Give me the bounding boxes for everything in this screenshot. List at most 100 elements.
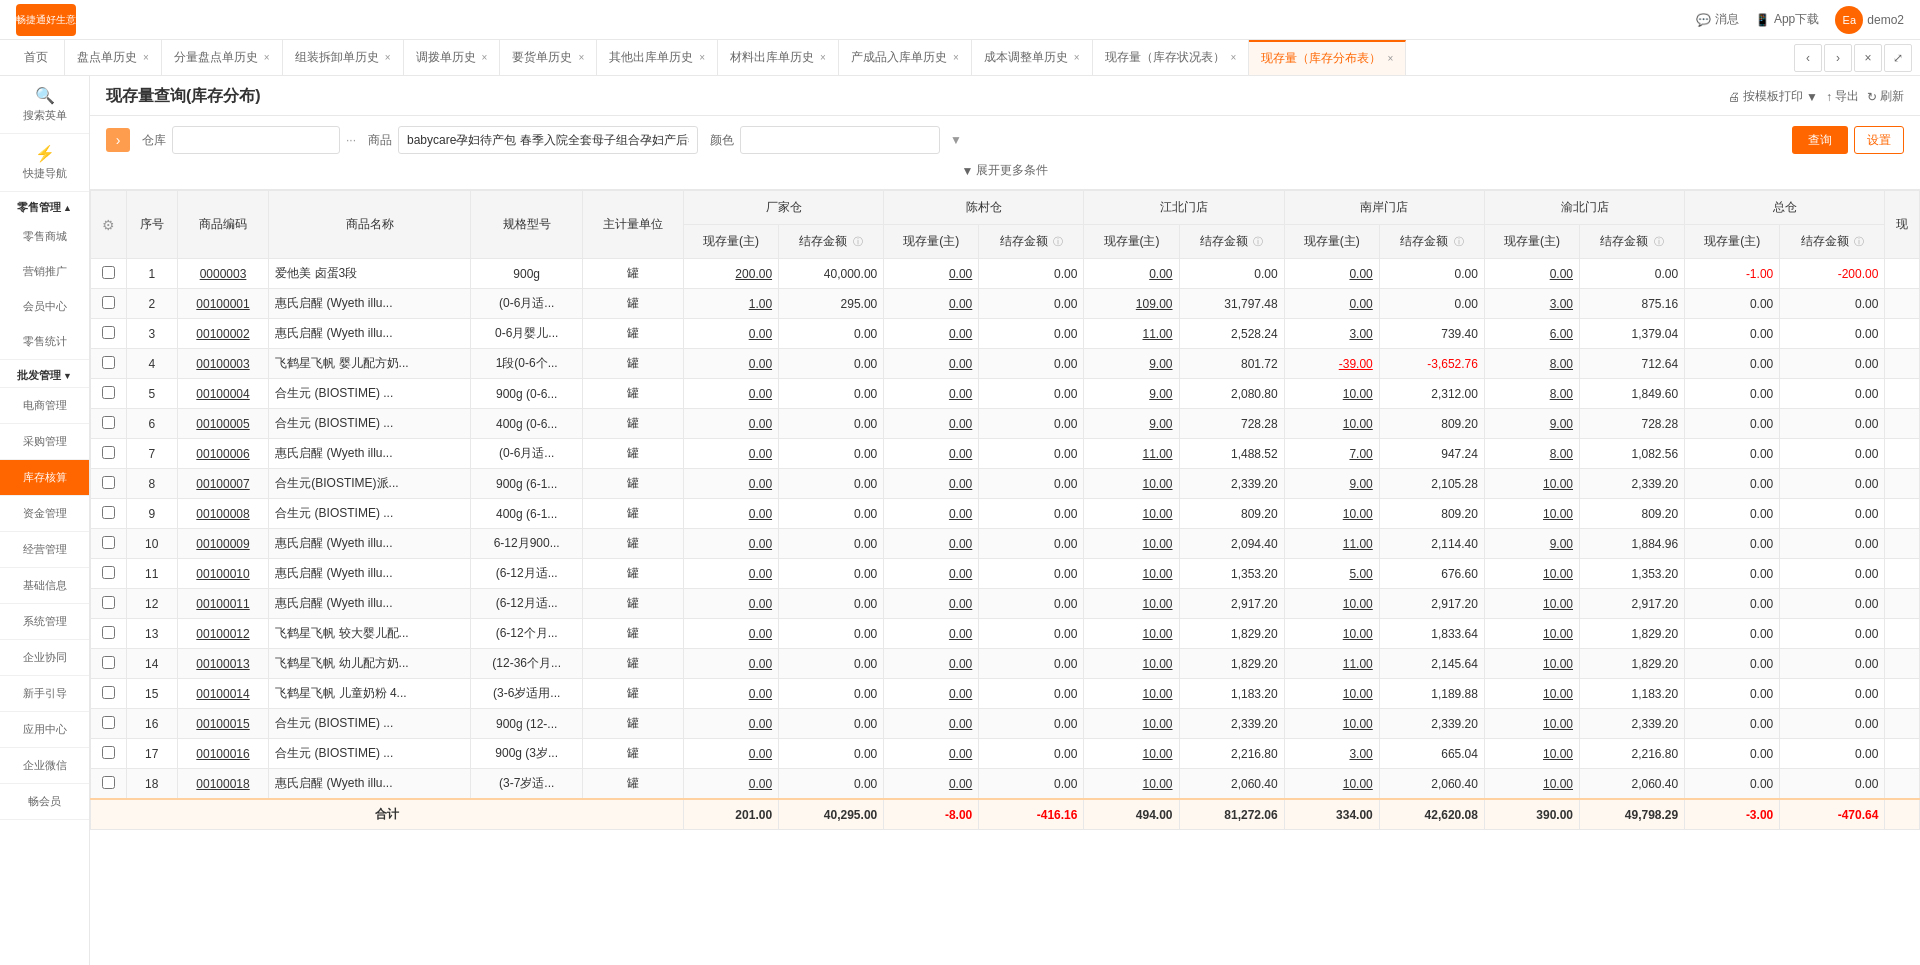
- sidebar-item-wechat[interactable]: 企业微信: [0, 748, 89, 783]
- td-nanan-qty[interactable]: 10.00: [1284, 679, 1379, 709]
- td-chenmao-qty[interactable]: 0.00: [884, 469, 979, 499]
- td-nanan-qty[interactable]: 0.00: [1284, 259, 1379, 289]
- td-jiangbei-qty[interactable]: 10.00: [1084, 469, 1179, 499]
- td-checkbox[interactable]: [91, 319, 127, 349]
- tab-order[interactable]: 要货单历史 ×: [500, 40, 597, 76]
- td-checkbox[interactable]: [91, 469, 127, 499]
- td-code[interactable]: 00100008: [177, 499, 268, 529]
- td-jiangbei-qty[interactable]: 10.00: [1084, 739, 1179, 769]
- tab-other-out[interactable]: 其他出库单历史 ×: [597, 40, 718, 76]
- td-yuebei-qty[interactable]: 10.00: [1484, 649, 1579, 679]
- td-code[interactable]: 00100016: [177, 739, 268, 769]
- info-icon[interactable]: ⓘ: [1053, 236, 1063, 247]
- td-factory-qty[interactable]: 0.00: [684, 739, 779, 769]
- warehouse-input[interactable]: [172, 126, 340, 154]
- td-yuebei-qty[interactable]: 10.00: [1484, 499, 1579, 529]
- td-chenmao-qty[interactable]: 0.00: [884, 739, 979, 769]
- td-jiangbei-qty[interactable]: 10.00: [1084, 619, 1179, 649]
- color-dropdown-icon[interactable]: ▼: [950, 133, 962, 147]
- filter-collapse-btn[interactable]: ›: [106, 128, 130, 152]
- td-jiangbei-qty[interactable]: 10.00: [1084, 709, 1179, 739]
- sidebar-item-vip[interactable]: 畅会员: [0, 784, 89, 819]
- tab-stock-dist[interactable]: 现存量（库存分布表） ×: [1249, 40, 1406, 76]
- sidebar-item-corp[interactable]: 企业协同: [0, 640, 89, 675]
- tab-part-disk[interactable]: 分量盘点单历史 ×: [162, 40, 283, 76]
- td-chenmao-qty[interactable]: 0.00: [884, 709, 979, 739]
- sidebar-item-biz[interactable]: 经营管理: [0, 532, 89, 567]
- td-chenmao-qty[interactable]: 0.00: [884, 439, 979, 469]
- td-code[interactable]: 00100007: [177, 469, 268, 499]
- tab-material-out[interactable]: 材料出库单历史 ×: [718, 40, 839, 76]
- tab-transfer[interactable]: 调拨单历史 ×: [404, 40, 501, 76]
- td-checkbox[interactable]: [91, 529, 127, 559]
- td-chenmao-qty[interactable]: 0.00: [884, 529, 979, 559]
- gear-icon[interactable]: ⚙: [102, 217, 115, 233]
- td-jiangbei-qty[interactable]: 10.00: [1084, 649, 1179, 679]
- info-icon[interactable]: ⓘ: [1253, 236, 1263, 247]
- td-code[interactable]: 00100010: [177, 559, 268, 589]
- td-factory-qty[interactable]: 0.00: [684, 439, 779, 469]
- refresh-btn[interactable]: ↻ 刷新: [1867, 88, 1904, 105]
- td-yuebei-qty[interactable]: 10.00: [1484, 559, 1579, 589]
- td-nanan-qty[interactable]: 5.00: [1284, 559, 1379, 589]
- td-code[interactable]: 00100015: [177, 709, 268, 739]
- td-jiangbei-qty[interactable]: 10.00: [1084, 559, 1179, 589]
- td-checkbox[interactable]: [91, 679, 127, 709]
- td-yuebei-qty[interactable]: 10.00: [1484, 589, 1579, 619]
- td-yuebei-qty[interactable]: 6.00: [1484, 319, 1579, 349]
- td-nanan-qty[interactable]: 10.00: [1284, 409, 1379, 439]
- td-code[interactable]: 00100006: [177, 439, 268, 469]
- info-icon[interactable]: ⓘ: [1454, 236, 1464, 247]
- td-factory-qty[interactable]: 0.00: [684, 409, 779, 439]
- td-factory-qty[interactable]: 0.00: [684, 319, 779, 349]
- td-checkbox[interactable]: [91, 289, 127, 319]
- sidebar-item-apps[interactable]: 应用中心: [0, 712, 89, 747]
- tab-next-btn[interactable]: ›: [1824, 44, 1852, 72]
- setting-button[interactable]: 设置: [1854, 126, 1904, 154]
- td-yuebei-qty[interactable]: 8.00: [1484, 379, 1579, 409]
- td-yuebei-qty[interactable]: 10.00: [1484, 679, 1579, 709]
- td-factory-qty[interactable]: 0.00: [684, 619, 779, 649]
- td-nanan-qty[interactable]: 3.00: [1284, 319, 1379, 349]
- td-yuebei-qty[interactable]: 3.00: [1484, 289, 1579, 319]
- td-factory-qty[interactable]: 0.00: [684, 469, 779, 499]
- td-nanan-qty[interactable]: 10.00: [1284, 499, 1379, 529]
- td-code[interactable]: 00100003: [177, 349, 268, 379]
- td-checkbox[interactable]: [91, 709, 127, 739]
- sidebar-item-quicknav[interactable]: ⚡ 快捷导航: [0, 134, 89, 191]
- sidebar-wholesale-title[interactable]: 批发管理 ▼: [0, 360, 89, 387]
- td-nanan-qty[interactable]: 10.00: [1284, 379, 1379, 409]
- tab-cost-adjust[interactable]: 成本调整单历史 ×: [972, 40, 1093, 76]
- print-btn[interactable]: 🖨 按模板打印 ▼: [1728, 88, 1818, 105]
- td-code[interactable]: 00100013: [177, 649, 268, 679]
- td-chenmao-qty[interactable]: 0.00: [884, 679, 979, 709]
- tab-close-icon[interactable]: ×: [699, 52, 705, 63]
- td-checkbox[interactable]: [91, 559, 127, 589]
- td-yuebei-qty[interactable]: 10.00: [1484, 469, 1579, 499]
- td-nanan-qty[interactable]: 10.00: [1284, 709, 1379, 739]
- tab-close-icon[interactable]: ×: [1231, 52, 1237, 63]
- td-checkbox[interactable]: [91, 769, 127, 800]
- td-nanan-qty[interactable]: 11.00: [1284, 529, 1379, 559]
- td-code[interactable]: 00100004: [177, 379, 268, 409]
- td-factory-qty[interactable]: 0.00: [684, 499, 779, 529]
- td-yuebei-qty[interactable]: 10.00: [1484, 769, 1579, 800]
- td-jiangbei-qty[interactable]: 11.00: [1084, 439, 1179, 469]
- td-factory-qty[interactable]: 0.00: [684, 349, 779, 379]
- td-jiangbei-qty[interactable]: 11.00: [1084, 319, 1179, 349]
- td-yuebei-qty[interactable]: 0.00: [1484, 259, 1579, 289]
- tab-product-in[interactable]: 产成品入库单历史 ×: [839, 40, 972, 76]
- td-chenmao-qty[interactable]: 0.00: [884, 349, 979, 379]
- td-yuebei-qty[interactable]: 10.00: [1484, 619, 1579, 649]
- td-chenmao-qty[interactable]: 0.00: [884, 289, 979, 319]
- td-nanan-qty[interactable]: -39.00: [1284, 349, 1379, 379]
- td-nanan-qty[interactable]: 11.00: [1284, 649, 1379, 679]
- td-nanan-qty[interactable]: 10.00: [1284, 589, 1379, 619]
- sidebar-item-sys[interactable]: 系统管理: [0, 604, 89, 639]
- td-chenmao-qty[interactable]: 0.00: [884, 649, 979, 679]
- tab-close-icon[interactable]: ×: [1387, 53, 1393, 64]
- sidebar-item-ecom[interactable]: 电商管理: [0, 388, 89, 423]
- td-jiangbei-qty[interactable]: 9.00: [1084, 349, 1179, 379]
- td-factory-qty[interactable]: 0.00: [684, 709, 779, 739]
- td-checkbox[interactable]: [91, 439, 127, 469]
